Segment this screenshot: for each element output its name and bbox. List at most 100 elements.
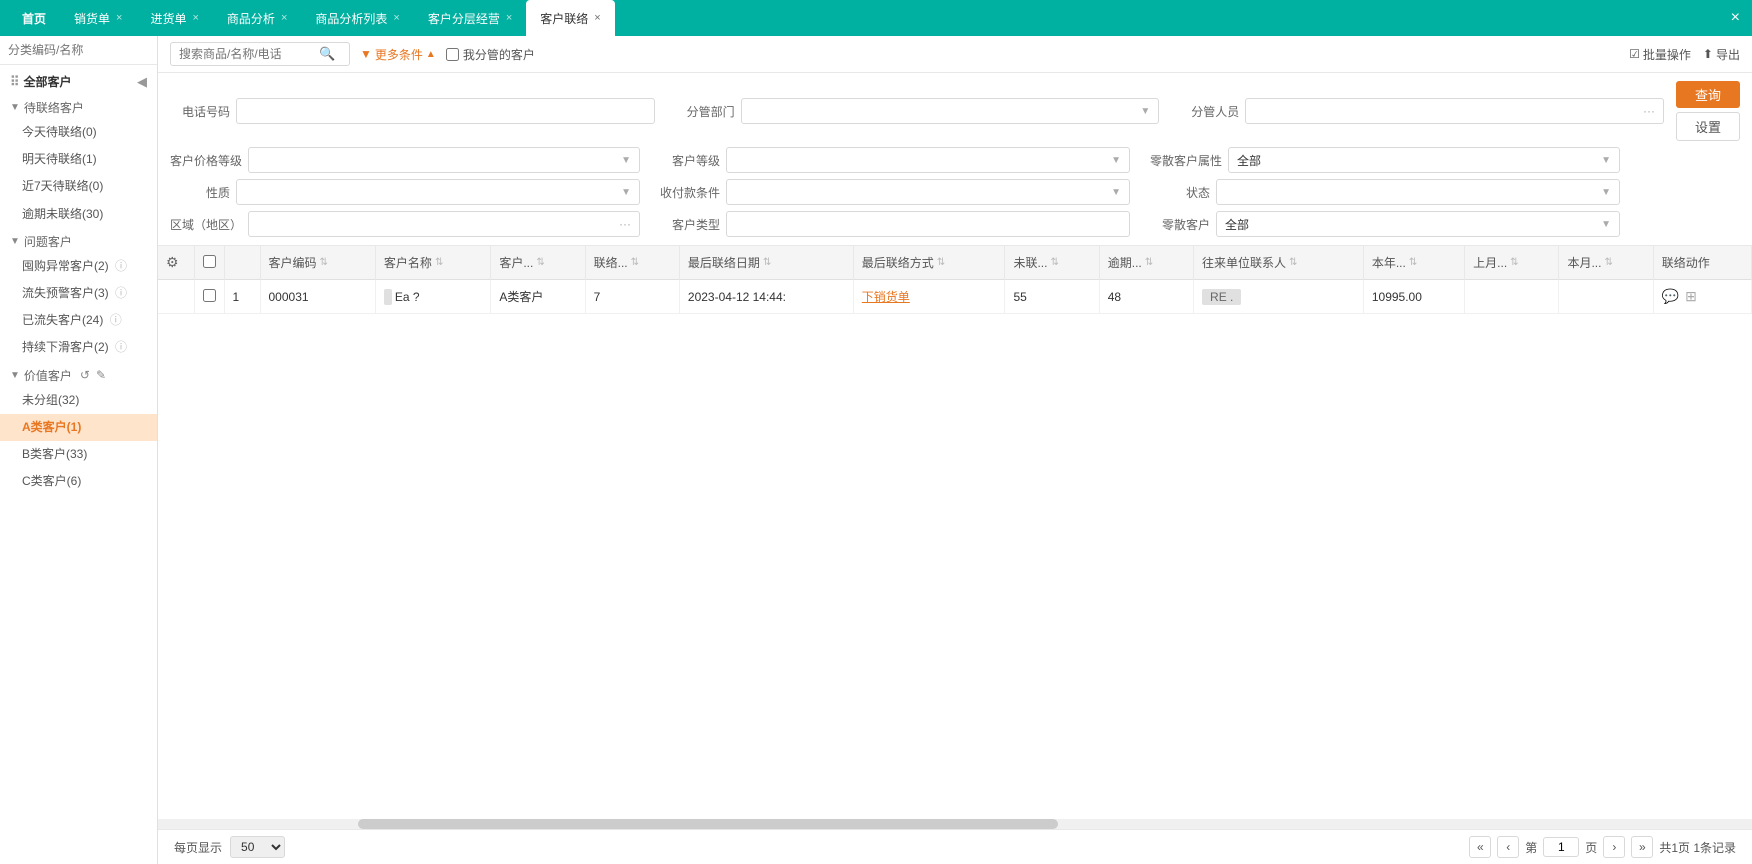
col-contact-person: 往来单位联系人 ⇅: [1194, 246, 1364, 280]
sidebar-section-value[interactable]: ▼ 价值客户 ↺ ✎: [0, 362, 157, 387]
sidebar-item-today[interactable]: 今天待联络(0): [0, 119, 157, 146]
close-icon[interactable]: ×: [393, 12, 399, 24]
close-icon[interactable]: ×: [594, 12, 600, 24]
sort-icon[interactable]: ⇅: [536, 257, 544, 268]
sidebar-section-pending[interactable]: ▼ 待联络客户: [0, 94, 157, 119]
nature-select[interactable]: ▼: [236, 179, 640, 205]
prev-page-btn[interactable]: ‹: [1497, 836, 1519, 858]
edit-icon[interactable]: ✎: [96, 368, 106, 382]
nav-tab-analysis-list[interactable]: 商品分析列表 ×: [301, 0, 413, 36]
sidebar-item-abnormal[interactable]: 囤购异常客户(2) ⓘ: [0, 253, 157, 280]
nav-tab-analysis[interactable]: 商品分析 ×: [213, 0, 301, 36]
dept-select[interactable]: ▼: [741, 98, 1160, 124]
col-last-month: 上月... ⇅: [1465, 246, 1559, 280]
all-customers-title[interactable]: ⠿ 全部客户: [10, 73, 72, 90]
contact-method-link[interactable]: 下销货单: [862, 290, 910, 304]
scatter-customer-select[interactable]: 全部 ▼: [1216, 211, 1620, 237]
scrollbar-thumb[interactable]: [358, 819, 1058, 829]
sort-icon[interactable]: ⇅: [1510, 257, 1518, 268]
sort-icon[interactable]: ⇅: [763, 257, 771, 268]
sidebar-item-churn-warning[interactable]: 流失预警客户(3) ⓘ: [0, 280, 157, 307]
per-page-select[interactable]: 50 100 200: [230, 836, 285, 858]
nav-tab-sales[interactable]: 销货单 ×: [60, 0, 136, 36]
phone-input[interactable]: [236, 98, 655, 124]
row-action-icons: 💬 ⊞: [1662, 288, 1743, 305]
batch-op-btn[interactable]: ☑ 批量操作: [1629, 46, 1691, 63]
nav-tab-customer-contact[interactable]: 客户联络 ×: [526, 0, 614, 36]
sidebar-item-type-b[interactable]: B类客户(33): [0, 441, 157, 468]
nav-tab-home[interactable]: 首页: [8, 0, 60, 36]
table-row: 1 000031 Ea ? A类客户 7 2023-04-12 14:44: 下…: [158, 280, 1752, 314]
sort-icon[interactable]: ⇅: [1289, 257, 1297, 268]
horizontal-scrollbar[interactable]: [158, 819, 1752, 829]
sidebar-item-7days[interactable]: 近7天待联络(0): [0, 173, 157, 200]
contact-person-tag: RE .: [1202, 289, 1241, 305]
select-all-checkbox[interactable]: [203, 255, 216, 268]
search-button[interactable]: 查询: [1676, 81, 1740, 108]
last-page-btn[interactable]: »: [1631, 836, 1653, 858]
next-page-btn[interactable]: ›: [1603, 836, 1625, 858]
sort-icon[interactable]: ⇅: [1604, 257, 1612, 268]
sidebar-item-declining[interactable]: 持续下滑客户(2) ⓘ: [0, 334, 157, 361]
sort-icon[interactable]: ⇅: [631, 257, 639, 268]
col-last-month-label: 上月...: [1473, 254, 1507, 271]
nav-tab-purchase[interactable]: 进货单 ×: [136, 0, 212, 36]
filter-nature: 性质 ▼: [170, 179, 640, 205]
sidebar-item-type-a[interactable]: A类客户(1): [0, 414, 157, 441]
chat-icon[interactable]: 💬: [1662, 288, 1679, 305]
sidebar-item-tomorrow[interactable]: 明天待联络(1): [0, 146, 157, 173]
scatter-attr-select[interactable]: 全部 ▼: [1228, 147, 1620, 173]
sidebar-item-ungrouped[interactable]: 未分组(32): [0, 387, 157, 414]
price-level-select[interactable]: ▼: [248, 147, 640, 173]
page-input[interactable]: [1543, 837, 1579, 857]
chevron-down-icon: ▼: [621, 155, 631, 166]
customers-table: ⚙ 客户编码 ⇅: [158, 246, 1752, 314]
sidebar-search-input[interactable]: [8, 43, 158, 57]
per-page-label: 每页显示: [174, 839, 222, 856]
region-input[interactable]: ···: [248, 211, 640, 237]
sort-icon[interactable]: ⇅: [1050, 257, 1058, 268]
filter-dept: 分管部门 ▼: [675, 98, 1160, 124]
col-last-contact-method: 最后联络方式 ⇅: [853, 246, 1005, 280]
more-filters-btn[interactable]: ▼ 更多条件 ▲: [360, 46, 436, 63]
row-checkbox[interactable]: [203, 289, 216, 302]
close-icon[interactable]: ×: [281, 12, 287, 24]
sort-icon[interactable]: ⇅: [1145, 257, 1153, 268]
sidebar-item-type-c[interactable]: C类客户(6): [0, 468, 157, 495]
manager-input[interactable]: ···: [1245, 98, 1664, 124]
my-customers-check[interactable]: [446, 48, 459, 61]
sort-icon[interactable]: ⇅: [937, 257, 945, 268]
col-contact-label: 联络...: [594, 254, 628, 271]
close-icon[interactable]: ×: [506, 12, 512, 24]
filter-toolbar: 🔍 ▼ 更多条件 ▲ 我分管的客户 ☑ 批量操作 ⬆ 导出: [158, 36, 1752, 73]
sort-icon[interactable]: ⇅: [1409, 257, 1417, 268]
nature-label: 性质: [170, 184, 230, 201]
status-select[interactable]: ▼: [1216, 179, 1620, 205]
customer-level-select[interactable]: ▼: [726, 147, 1130, 173]
sidebar-item-churned[interactable]: 已流失客户(24) ⓘ: [0, 307, 157, 334]
arrow-icon: ▼: [10, 102, 20, 113]
sort-icon[interactable]: ⇅: [320, 257, 328, 268]
chevron-down-icon: ▼: [1111, 187, 1121, 198]
search-icon[interactable]: 🔍: [319, 46, 335, 62]
sidebar-item-overdue[interactable]: 逾期未联络(30): [0, 201, 157, 228]
settings-gear-icon[interactable]: ⚙: [166, 254, 179, 270]
row-contact-cell: 7: [585, 280, 679, 314]
payment-select[interactable]: ▼: [726, 179, 1130, 205]
export-btn[interactable]: ⬆ 导出: [1703, 46, 1740, 63]
close-all-icon[interactable]: ×: [1731, 9, 1740, 27]
sidebar-section-problem[interactable]: ▼ 问题客户: [0, 228, 157, 253]
refresh-icon[interactable]: ↺: [80, 368, 90, 382]
col-type: 客户... ⇅: [491, 246, 585, 280]
first-page-btn[interactable]: «: [1469, 836, 1491, 858]
sidebar-collapse-icon[interactable]: ◀: [137, 74, 147, 90]
settings-button[interactable]: 设置: [1676, 112, 1740, 141]
close-icon[interactable]: ×: [192, 12, 198, 24]
search-input[interactable]: [179, 47, 319, 61]
top-nav: 首页 销货单 × 进货单 × 商品分析 × 商品分析列表 × 客户分层经营 × …: [0, 0, 1752, 36]
sort-icon[interactable]: ⇅: [435, 257, 443, 268]
close-icon[interactable]: ×: [116, 12, 122, 24]
nav-tab-customer-segment[interactable]: 客户分层经营 ×: [414, 0, 526, 36]
customer-type-input[interactable]: [726, 211, 1130, 237]
qr-icon[interactable]: ⊞: [1685, 288, 1697, 305]
